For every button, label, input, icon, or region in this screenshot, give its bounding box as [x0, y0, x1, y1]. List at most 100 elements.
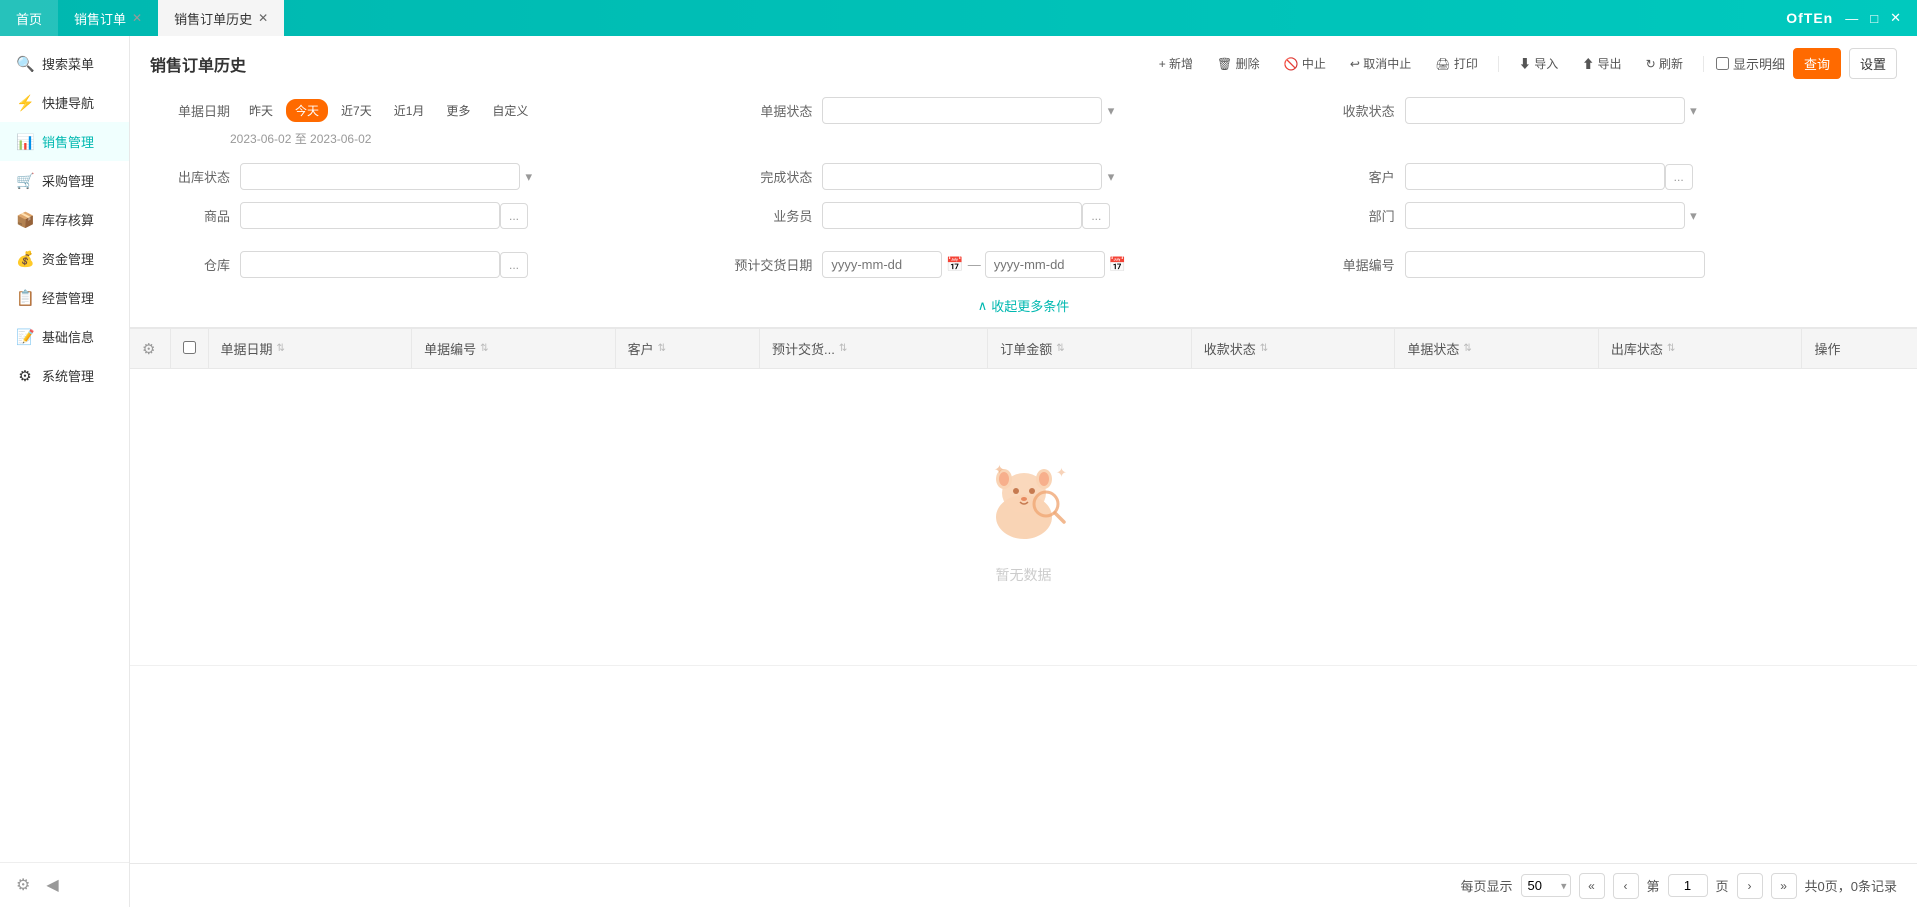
sidebar-item-operations[interactable]: 📋 经营管理: [0, 278, 129, 317]
sidebar-item-sales[interactable]: 📊 销售管理: [0, 122, 129, 161]
select-all-checkbox[interactable]: [183, 341, 196, 354]
filter-row-1: 单据日期 昨天 今天 近7天 近1月 更多 自定义: [150, 91, 1897, 130]
sidebar-item-quick-nav[interactable]: ⚡ 快捷导航: [0, 83, 129, 122]
sidebar-item-inventory[interactable]: 📦 库存核算: [0, 200, 129, 239]
first-page-btn[interactable]: «: [1579, 873, 1605, 899]
export-button[interactable]: ⬆ 导出: [1574, 50, 1629, 77]
sort-number-icon[interactable]: ⇅: [480, 343, 488, 354]
query-button[interactable]: 查询: [1793, 48, 1841, 79]
date-btn-more[interactable]: 更多: [437, 99, 479, 122]
tab-sales-order-history[interactable]: 销售订单历史 ✕: [158, 0, 284, 36]
sort-outbound-icon[interactable]: ⇅: [1667, 343, 1675, 354]
date-btn-1month[interactable]: 近1月: [385, 99, 434, 122]
date-range-row: 2023-06-02 至 2023-06-02: [150, 130, 1897, 147]
department-select[interactable]: [1405, 202, 1685, 229]
warehouse-dots-btn[interactable]: ...: [500, 252, 528, 278]
top-bar-right: OfTEn — □ ✕: [1786, 10, 1917, 26]
order-number-input[interactable]: [1405, 251, 1705, 278]
show-detail-input[interactable]: [1716, 57, 1729, 70]
prev-page-btn[interactable]: ‹: [1613, 873, 1639, 899]
product-dots-btn[interactable]: ...: [500, 203, 528, 229]
cancel-stop-button[interactable]: ↩ 取消中止: [1342, 50, 1419, 77]
filter-row-4: 仓库 ... 预计交货日期 📅 — 📅: [150, 245, 1897, 284]
table-body: ✦ ✦ 暂无数据: [130, 369, 1917, 666]
salesperson-dots-btn[interactable]: ...: [1082, 203, 1110, 229]
sort-estimated-icon[interactable]: ⇅: [839, 343, 847, 354]
order-status-label: 单据状态: [732, 101, 822, 120]
filter-cell-estimated-delivery: 预计交货日期 📅 — 📅: [732, 245, 1314, 284]
show-detail-checkbox[interactable]: 显示明细: [1716, 54, 1785, 73]
new-button[interactable]: + 新增: [1151, 50, 1201, 77]
sidebar-collapse-icon[interactable]: ◀: [46, 875, 58, 895]
filter-row-2: 出库状态 完成状态: [150, 157, 1897, 196]
sidebar-label-inventory: 库存核算: [42, 210, 94, 229]
sidebar-item-finance[interactable]: 💰 资金管理: [0, 239, 129, 278]
order-status-select[interactable]: [822, 97, 1102, 124]
import-button[interactable]: ⬇ 导入: [1511, 50, 1566, 77]
collapse-btn[interactable]: ∧ 收起更多条件: [150, 292, 1897, 319]
settings-button[interactable]: 设置: [1849, 48, 1897, 79]
sidebar-item-purchase[interactable]: 🛒 采购管理: [0, 161, 129, 200]
system-icon: ⚙: [16, 367, 34, 385]
sidebar: 🔍 搜索菜单 ⚡ 快捷导航 📊 销售管理 🛒 采购管理 📦 库存核算 💰 资金管…: [0, 36, 130, 907]
sort-amount-icon[interactable]: ⇅: [1056, 343, 1064, 354]
toolbar: + 新增 🗑 删除 🚫 中止 ↩ 取消中止 🖨 打印 ⬇ 导入 ⬆ 导出 ↻ 刷…: [1151, 48, 1897, 79]
tab-sales-order[interactable]: 销售订单 ✕: [58, 0, 158, 36]
tab-close-history[interactable]: ✕: [258, 11, 268, 25]
calendar-to-icon[interactable]: 📅: [1109, 256, 1126, 273]
salesperson-input[interactable]: [822, 202, 1082, 229]
minimize-btn[interactable]: —: [1845, 11, 1858, 26]
salesperson-label: 业务员: [732, 206, 822, 225]
page-title-row: 销售订单历史 + 新增 🗑 删除 🚫 中止 ↩ 取消中止 🖨 打印 ⬇ 导入 ⬆…: [150, 48, 1897, 79]
page-size-label: 每页显示: [1460, 876, 1512, 895]
sidebar-item-system[interactable]: ⚙ 系统管理: [0, 356, 129, 395]
calendar-from-icon[interactable]: 📅: [946, 256, 963, 273]
date-range-text: 2023-06-02 至 2023-06-02: [230, 130, 371, 147]
sort-receipt-icon[interactable]: ⇅: [1260, 343, 1268, 354]
close-btn[interactable]: ✕: [1890, 10, 1901, 26]
brand-label: OfTEn: [1786, 10, 1833, 26]
filter-row-3: 商品 ... 业务员 ... 部门: [150, 196, 1897, 235]
sort-date-icon[interactable]: ⇅: [277, 343, 285, 354]
empty-illustration: ✦ ✦: [974, 449, 1074, 549]
department-label: 部门: [1315, 206, 1405, 225]
total-records: 共0页，0条记录: [1805, 876, 1897, 895]
completion-select[interactable]: [822, 163, 1102, 190]
customer-label: 客户: [1315, 167, 1405, 186]
outbound-select[interactable]: [240, 163, 520, 190]
date-btn-7days[interactable]: 近7天: [332, 99, 381, 122]
product-input[interactable]: [240, 202, 500, 229]
stop-button[interactable]: 🚫 中止: [1276, 50, 1334, 77]
sidebar-item-search-menu[interactable]: 🔍 搜索菜单: [0, 44, 129, 83]
tab-home[interactable]: 首页: [0, 0, 58, 36]
date-btn-yesterday[interactable]: 昨天: [240, 99, 282, 122]
sidebar-gear-icon[interactable]: ⚙: [16, 875, 30, 895]
sort-customer-icon[interactable]: ⇅: [658, 343, 666, 354]
print-button[interactable]: 🖨 打印: [1427, 50, 1486, 77]
receipt-status-select-wrapper: [1405, 97, 1705, 124]
sales-icon: 📊: [16, 133, 34, 151]
date-btn-today[interactable]: 今天: [286, 99, 328, 122]
th-receipt-status: 收款状态 ⇅: [1191, 329, 1395, 369]
next-page-btn[interactable]: ›: [1737, 873, 1763, 899]
page-size-select[interactable]: 50 10 20 100: [1521, 874, 1571, 897]
maximize-btn[interactable]: □: [1870, 11, 1878, 26]
page-input[interactable]: [1668, 874, 1708, 897]
quick-nav-icon: ⚡: [16, 94, 34, 112]
sort-order-status-icon[interactable]: ⇅: [1463, 343, 1471, 354]
receipt-status-select[interactable]: [1405, 97, 1685, 124]
completion-label: 完成状态: [732, 167, 822, 186]
delete-button[interactable]: 🗑 删除: [1209, 50, 1268, 77]
refresh-button[interactable]: ↻ 刷新: [1638, 50, 1691, 77]
tab-close-sales-order[interactable]: ✕: [132, 11, 142, 25]
sidebar-item-base-info[interactable]: 📝 基础信息: [0, 317, 129, 356]
estimated-to-input[interactable]: [985, 251, 1105, 278]
customer-dots-btn[interactable]: ...: [1665, 164, 1693, 190]
sidebar-label-search-menu: 搜索菜单: [42, 54, 94, 73]
estimated-from-input[interactable]: [822, 251, 942, 278]
table-gear-icon[interactable]: ⚙: [142, 341, 155, 358]
date-btn-custom[interactable]: 自定义: [483, 99, 537, 122]
last-page-btn[interactable]: »: [1771, 873, 1797, 899]
warehouse-input[interactable]: [240, 251, 500, 278]
customer-input[interactable]: [1405, 163, 1665, 190]
